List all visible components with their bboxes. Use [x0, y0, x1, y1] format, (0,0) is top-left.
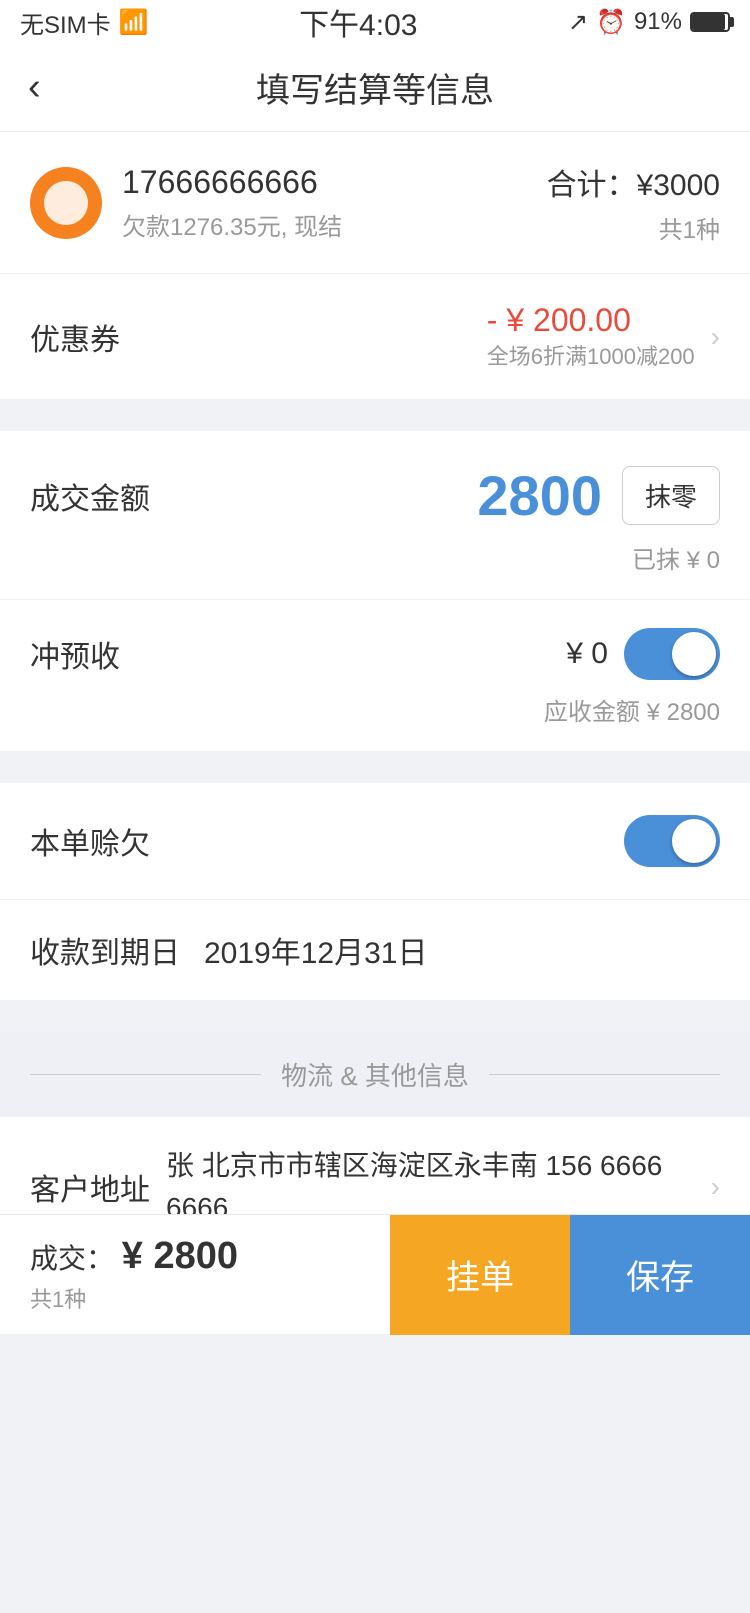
address-label: 客户地址: [30, 1165, 150, 1209]
page-title: 填写结算等信息: [256, 63, 494, 112]
deal-label: 成交：: [30, 1243, 114, 1274]
duedate-row: 收款到期日 2019年12月31日: [0, 899, 750, 1000]
total-sub: 共1种: [547, 210, 720, 245]
amount-right: 2800 抹零: [477, 463, 720, 528]
debit-toggle-knob: [672, 819, 716, 863]
section-divider-3: [0, 1016, 750, 1032]
precharge-toggle[interactable]: [624, 628, 720, 680]
coupon-label: 优惠券: [30, 315, 120, 359]
total-amount: 合计：¥3000: [547, 160, 720, 204]
logistics-separator: 物流 & 其他信息: [0, 1032, 750, 1117]
precharge-sub: 应收金额 ¥ 2800: [0, 688, 750, 751]
save-button[interactable]: 保存: [570, 1215, 750, 1335]
debit-label: 本单赊欠: [30, 819, 150, 863]
round-button[interactable]: 抹零: [622, 466, 720, 525]
section-divider-1: [0, 415, 750, 431]
duedate-value: 2019年12月31日: [204, 928, 427, 972]
customer-row: 17666666666 欠款1276.35元, 现结 合计：¥3000 共1种: [0, 132, 750, 273]
debit-row: 本单赊欠: [0, 783, 750, 899]
amount-row: 成交金额 2800 抹零: [0, 431, 750, 536]
bottom-sub: 共1种: [30, 1282, 360, 1314]
bottom-amount-row: 成交： ¥ 2800: [30, 1235, 360, 1278]
coupon-row[interactable]: 优惠券 - ¥ 200.00 全场6折满1000减200 ›: [0, 273, 750, 399]
duedate-label: 收款到期日: [30, 928, 180, 972]
toggle-knob: [672, 632, 716, 676]
battery-percent: 91%: [634, 8, 682, 36]
debit-section: 本单赊欠 收款到期日 2019年12月31日: [0, 783, 750, 1000]
coupon-discount: - ¥ 200.00: [487, 302, 695, 339]
hang-button[interactable]: 挂单: [390, 1215, 570, 1335]
debit-toggle[interactable]: [624, 815, 720, 867]
chevron-right-icon: ›: [711, 321, 720, 353]
coupon-desc: 全场6折满1000减200: [487, 339, 695, 371]
section-divider-2: [0, 767, 750, 783]
carrier-text: 无SIM卡: [20, 5, 111, 40]
customer-info: 17666666666 欠款1276.35元, 现结: [122, 164, 547, 242]
customer-phone: 17666666666: [122, 164, 547, 201]
precharge-amount: ¥ 0: [566, 637, 608, 671]
precharge-row: 冲预收 ¥ 0: [0, 599, 750, 688]
battery-icon: [690, 12, 730, 32]
bottom-spacer: [0, 1493, 750, 1613]
deal-amount-section: 成交金额 2800 抹零 已抹 ¥ 0 冲预收 ¥ 0 应收金额 ¥ 2800: [0, 431, 750, 751]
bottom-summary: 成交： ¥ 2800 共1种: [0, 1235, 390, 1314]
precharge-label: 冲预收: [30, 632, 120, 676]
bottom-bar: 成交： ¥ 2800 共1种 挂单 保存: [0, 1214, 750, 1334]
address-chevron-icon: ›: [711, 1171, 720, 1203]
customer-section: 17666666666 欠款1276.35元, 现结 合计：¥3000 共1种 …: [0, 132, 750, 399]
status-right: ↗ ⏰ 91%: [568, 8, 730, 37]
customer-total: 合计：¥3000 共1种: [547, 160, 720, 245]
amount-sub: 已抹 ¥ 0: [0, 536, 750, 599]
back-button[interactable]: ‹: [28, 66, 41, 109]
sep-line-left: [30, 1074, 261, 1075]
status-time: 下午4:03: [299, 0, 417, 44]
precharge-right: ¥ 0: [566, 628, 720, 680]
nav-bar: ‹ 填写结算等信息: [0, 44, 750, 132]
bottom-amount: ¥ 2800: [122, 1235, 238, 1277]
logistics-label: 物流 & 其他信息: [281, 1056, 469, 1093]
coupon-right: - ¥ 200.00 全场6折满1000减200 ›: [487, 302, 720, 371]
customer-sub-text: 欠款1276.35元, 现结: [122, 207, 547, 242]
amount-label: 成交金额: [30, 474, 150, 518]
wifi-icon: 📶: [119, 8, 149, 37]
status-bar: 无SIM卡 📶 下午4:03 ↗ ⏰ 91%: [0, 0, 750, 44]
status-left: 无SIM卡 📶: [20, 5, 149, 40]
amount-value: 2800: [477, 463, 602, 528]
sep-line-right: [489, 1074, 720, 1075]
avatar: [30, 167, 102, 239]
location-icon: ↗: [568, 8, 588, 37]
alarm-icon: ⏰: [596, 8, 626, 37]
